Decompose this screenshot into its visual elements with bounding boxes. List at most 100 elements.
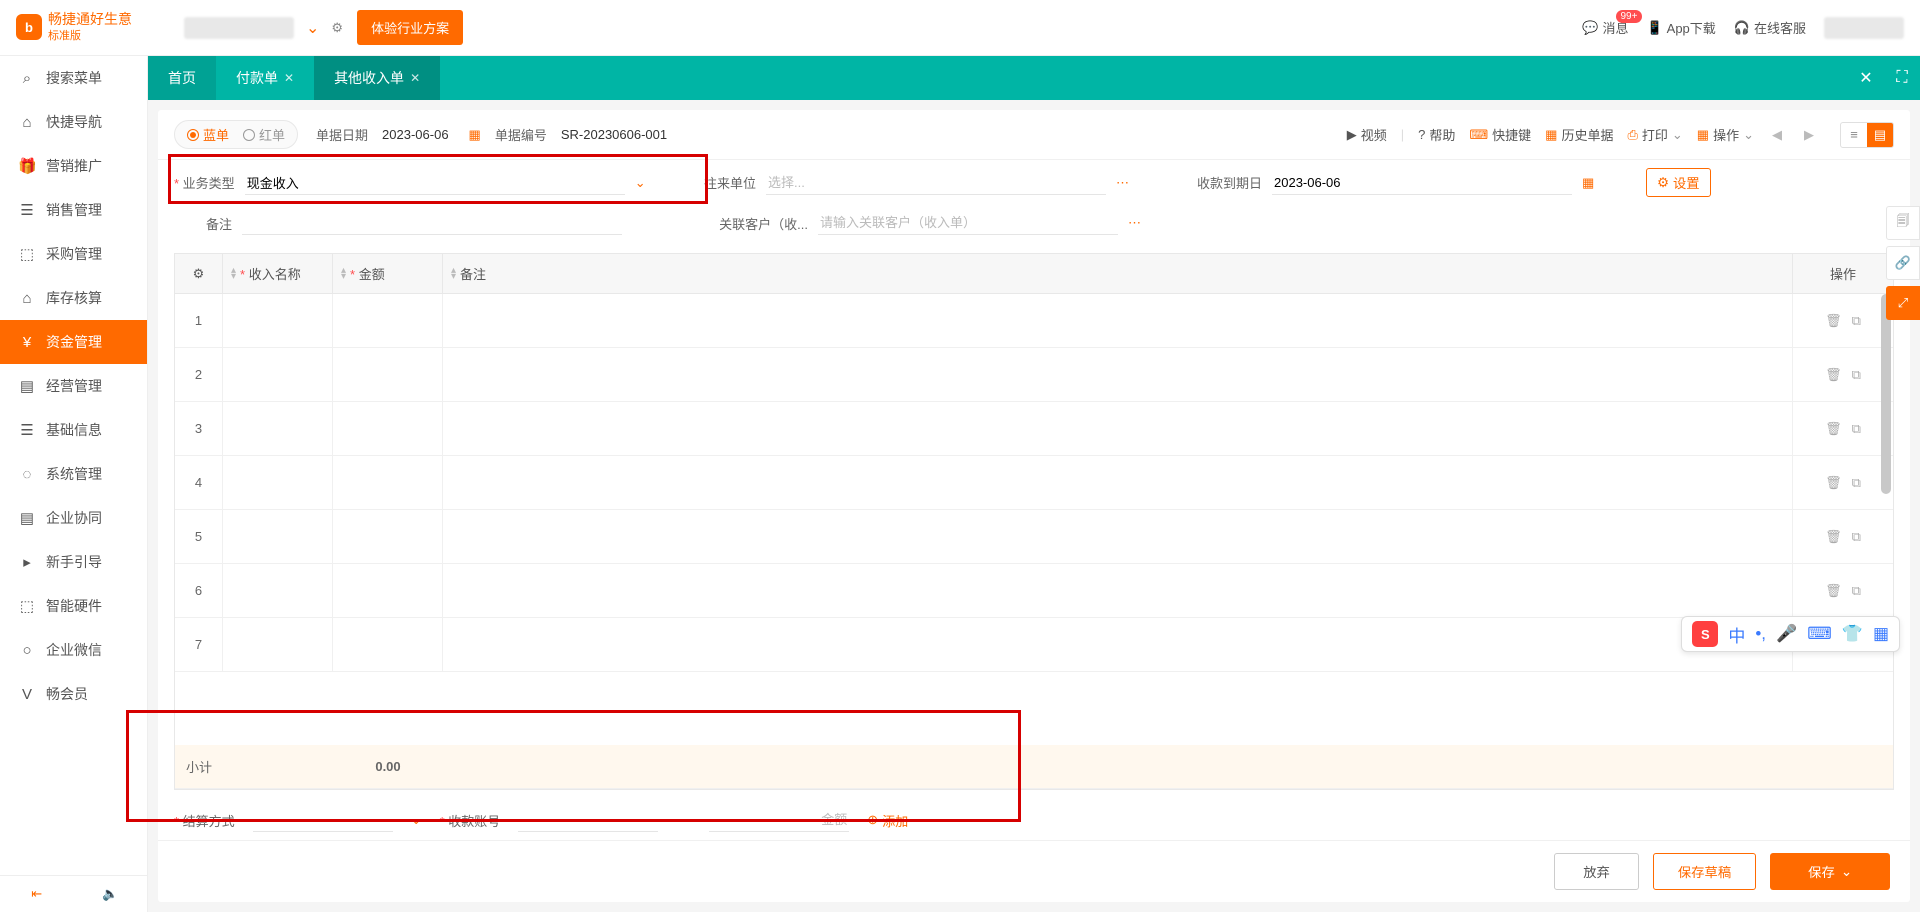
tab-other-income[interactable]: 其他收入单 ✕ [314, 56, 440, 100]
cell-income-name[interactable] [223, 402, 333, 455]
biztype-input[interactable] [245, 171, 625, 195]
cell-amount[interactable] [333, 294, 443, 347]
delete-icon[interactable]: 🗑 [1825, 313, 1842, 329]
cell-amount[interactable] [333, 510, 443, 563]
settle-amount-input[interactable] [709, 808, 849, 832]
sidebar-item-7[interactable]: ▤经营管理 [0, 364, 147, 408]
col-note[interactable]: ▴▾备注 [443, 254, 1793, 293]
help-link[interactable]: ?帮助 [1418, 125, 1455, 144]
ime-grid-icon[interactable]: ▦ [1873, 624, 1889, 644]
view-form-button[interactable]: ▤ [1867, 123, 1893, 147]
cell-income-name[interactable] [223, 294, 333, 347]
copy-icon[interactable]: ⧉ [1852, 421, 1861, 437]
more-icon[interactable]: ⋯ [1116, 175, 1131, 191]
discard-button[interactable]: 放弃 [1554, 853, 1639, 890]
table-row[interactable]: 4🗑⧉ [175, 456, 1893, 510]
copy-icon[interactable]: ⧉ [1852, 529, 1861, 545]
table-row[interactable]: 3🗑⧉ [175, 402, 1893, 456]
delete-icon[interactable]: 🗑 [1825, 475, 1842, 491]
cell-note[interactable] [443, 456, 1793, 509]
gear-icon[interactable]: ⚙ [331, 20, 343, 36]
ime-skin-icon[interactable]: 👕 [1842, 624, 1863, 644]
app-download-link[interactable]: 📱 App下载 [1646, 18, 1715, 37]
more-icon[interactable]: ⋯ [676, 812, 691, 828]
cell-income-name[interactable] [223, 618, 333, 671]
copy-icon[interactable]: ⧉ [1852, 367, 1861, 383]
print-link[interactable]: ⎙打印⌄ [1627, 125, 1682, 144]
rail-attach-button[interactable]: 🔗 [1886, 246, 1920, 280]
sidebar-item-0[interactable]: ⌕搜索菜单 [0, 56, 147, 100]
sidebar-item-5[interactable]: ⌂库存核算 [0, 276, 147, 320]
sidebar-item-4[interactable]: ⬚采购管理 [0, 232, 147, 276]
rail-expand-button[interactable]: ⤢ [1886, 286, 1920, 320]
calendar-icon[interactable]: ▦ [1582, 175, 1594, 191]
video-link[interactable]: ▶视频 [1347, 125, 1387, 144]
cell-income-name[interactable] [223, 456, 333, 509]
copy-icon[interactable]: ⧉ [1852, 313, 1861, 329]
next-doc-button[interactable]: ▶ [1800, 127, 1818, 143]
user-avatar-blur[interactable] [1824, 17, 1904, 39]
copy-icon[interactable]: ⧉ [1852, 475, 1861, 491]
sidebar-sound-button[interactable]: 🔈 [74, 876, 148, 912]
close-icon[interactable]: ✕ [284, 71, 294, 85]
sidebar-item-10[interactable]: ▤企业协同 [0, 496, 147, 540]
save-button[interactable]: 保存⌄ [1770, 853, 1890, 890]
table-row[interactable]: 2🗑⧉ [175, 348, 1893, 402]
sidebar-item-2[interactable]: 🎁营销推广 [0, 144, 147, 188]
messages-link[interactable]: 💬 消息 99+ [1582, 18, 1628, 37]
note-input[interactable] [242, 211, 622, 235]
table-row[interactable]: 6🗑⧉ [175, 564, 1893, 618]
sidebar-item-13[interactable]: ○企业微信 [0, 628, 147, 672]
scroll-thumb[interactable] [1881, 294, 1891, 494]
sidebar-item-3[interactable]: ☰销售管理 [0, 188, 147, 232]
scrollbar[interactable] [1881, 294, 1891, 739]
ime-keyboard-icon[interactable]: ⌨ [1807, 624, 1832, 644]
ops-link[interactable]: ▦操作⌄ [1697, 125, 1754, 144]
cell-amount[interactable] [333, 618, 443, 671]
radio-red[interactable]: 红单 [243, 125, 285, 144]
sidebar-item-8[interactable]: ☰基础信息 [0, 408, 147, 452]
rail-note-button[interactable]: 🗐 [1886, 206, 1920, 240]
sidebar-item-11[interactable]: ▸新手引导 [0, 540, 147, 584]
close-icon[interactable]: ✕ [410, 71, 420, 85]
ime-mic-icon[interactable]: 🎤 [1776, 624, 1797, 644]
table-settings-button[interactable]: ⚙ [175, 254, 223, 293]
cell-amount[interactable] [333, 564, 443, 617]
cell-note[interactable] [443, 402, 1793, 455]
add-settlement-button[interactable]: ⊕添加 [867, 811, 908, 830]
cell-note[interactable] [443, 294, 1793, 347]
sidebar-item-14[interactable]: V畅会员 [0, 672, 147, 716]
history-link[interactable]: ▦历史单据 [1545, 125, 1613, 144]
sidebar-item-9[interactable]: ◌系统管理 [0, 452, 147, 496]
cell-note[interactable] [443, 618, 1793, 671]
table-row[interactable]: 7🗑⧉ [175, 618, 1893, 672]
cell-note[interactable] [443, 564, 1793, 617]
sidebar-collapse-button[interactable]: ⇤ [0, 876, 74, 912]
cell-amount[interactable] [333, 402, 443, 455]
col-amount[interactable]: ▴▾金额 [333, 254, 443, 293]
radio-blue[interactable]: 蓝单 [187, 125, 229, 144]
duedate-input[interactable] [1272, 171, 1572, 195]
tab-home[interactable]: 首页 [148, 56, 216, 100]
cell-income-name[interactable] [223, 510, 333, 563]
sidebar-item-6[interactable]: ¥资金管理 [0, 320, 147, 364]
save-draft-button[interactable]: 保存草稿 [1653, 853, 1756, 890]
company-selector[interactable]: ⌄ ⚙ [184, 17, 357, 39]
ime-punct-icon[interactable]: •, [1755, 624, 1766, 644]
calendar-icon[interactable]: ▦ [469, 127, 481, 143]
tab-close-all-button[interactable]: ✕ [1848, 68, 1884, 88]
shortcut-link[interactable]: ⌨快捷键 [1469, 125, 1531, 144]
col-income-name[interactable]: ▴▾收入名称 [223, 254, 333, 293]
settle-method-input[interactable] [253, 808, 393, 832]
partner-input[interactable] [766, 171, 1106, 195]
support-link[interactable]: 🎧 在线客服 [1734, 18, 1806, 37]
view-list-button[interactable]: ≡ [1841, 123, 1867, 147]
table-row[interactable]: 1🗑⧉ [175, 294, 1893, 348]
prev-doc-button[interactable]: ◀ [1768, 127, 1786, 143]
delete-icon[interactable]: 🗑 [1825, 529, 1842, 545]
cell-note[interactable] [443, 348, 1793, 401]
cell-income-name[interactable] [223, 348, 333, 401]
settle-acct-input[interactable] [518, 808, 658, 832]
copy-icon[interactable]: ⧉ [1852, 583, 1861, 599]
ime-lang-label[interactable]: 中 [1728, 622, 1745, 647]
